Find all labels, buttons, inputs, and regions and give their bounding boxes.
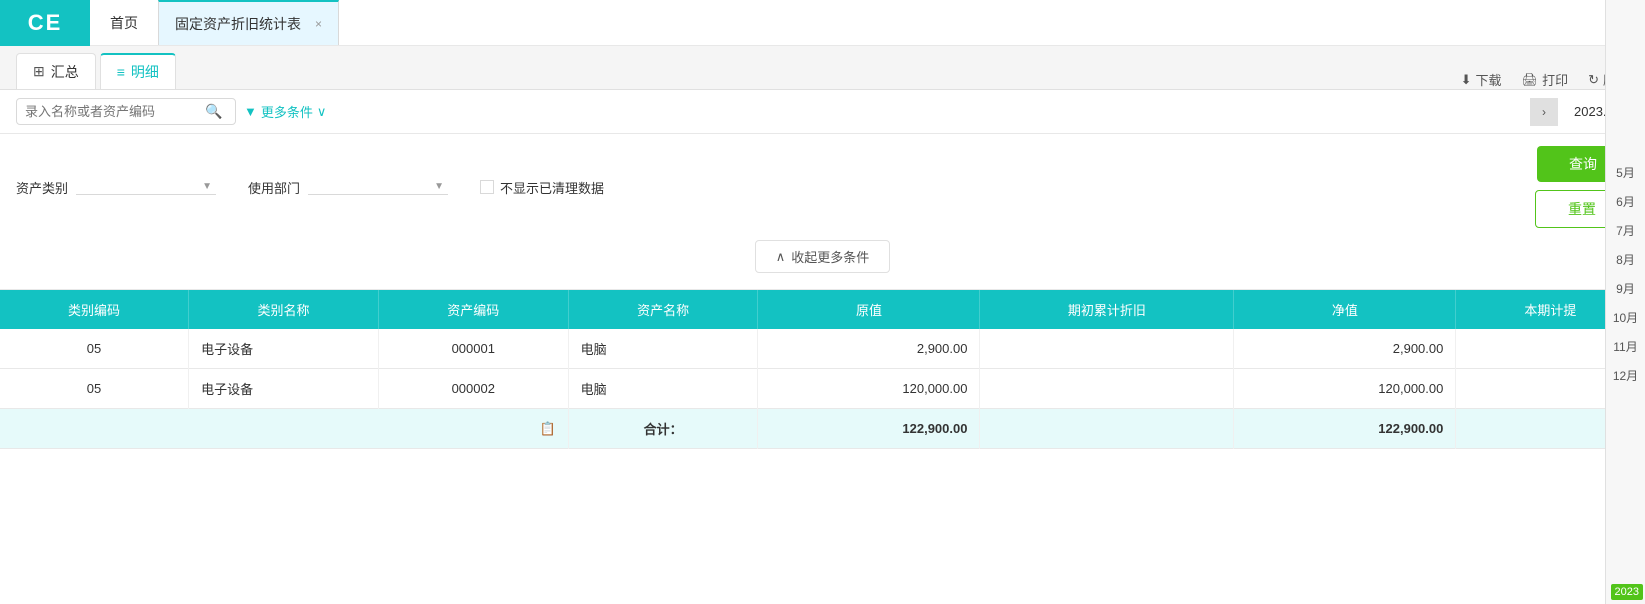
search-bar: 🔍 ▼ 更多条件 ∨ › 2023.01 xyxy=(0,90,1645,134)
filter-label: 更多条件 xyxy=(261,102,313,121)
dept-field: 使用部门 ▼ xyxy=(248,178,448,197)
asset-type-label: 资产类别 xyxy=(16,178,68,197)
month-item[interactable]: 11月 xyxy=(1606,334,1645,359)
collapse-more-label: 收起更多条件 xyxy=(791,247,869,266)
right-panel: 5月 6月 7月 8月 9月 10月 11月 12月 2023 xyxy=(1605,0,1645,604)
cell-asset-name: 电脑 xyxy=(568,329,758,369)
layers-icon: ⊞ xyxy=(33,63,45,80)
print-button[interactable]: 🖨 打印 xyxy=(1522,70,1569,89)
dept-label: 使用部门 xyxy=(248,178,300,197)
search-input-wrapper[interactable]: 🔍 xyxy=(16,98,236,125)
tab-detail-label: 明细 xyxy=(131,62,159,82)
hide-cleared-checkbox-field[interactable]: 不显示已清理数据 xyxy=(480,178,604,197)
total-original: 122,900.00 xyxy=(758,409,980,449)
dept-select[interactable]: ▼ xyxy=(308,179,448,195)
asset-type-arrow-icon: ▼ xyxy=(202,181,212,192)
nav-tab-close-icon[interactable]: × xyxy=(315,17,322,31)
list-icon: ≡ xyxy=(117,64,125,80)
col-header-original: 原值 xyxy=(758,290,980,329)
cell-net: 120,000.00 xyxy=(1234,369,1456,409)
download-icon: ⬇ xyxy=(1461,72,1472,88)
month-item[interactable]: 9月 xyxy=(1606,276,1645,301)
table-row: 05 电子设备 000002 电脑 120,000.00 120,000.00 xyxy=(0,369,1645,409)
total-label-cell: 合计： xyxy=(568,409,758,449)
year-badge: 2023 xyxy=(1611,584,1643,600)
total-icon: 📋 xyxy=(539,421,555,436)
tab-detail[interactable]: ≡ 明细 xyxy=(100,53,176,89)
col-header-net: 净值 xyxy=(1234,290,1456,329)
refresh-icon: ↻ xyxy=(1588,72,1599,88)
table-wrapper: 类别编码 类别名称 资产编码 资产名称 原值 期初累计折旧 净值 本期计提 05… xyxy=(0,290,1645,604)
logo-area: CE xyxy=(0,0,90,46)
cell-accumulated xyxy=(980,329,1234,369)
nav-tab-label: 固定资产折旧统计表 xyxy=(175,14,301,34)
cell-category: 电子设备 xyxy=(189,329,379,369)
col-header-category: 类别名称 xyxy=(189,290,379,329)
month-item[interactable]: 8月 xyxy=(1606,247,1645,272)
search-icon[interactable]: 🔍 xyxy=(205,103,222,120)
chevron-down-icon: ∨ xyxy=(317,104,327,120)
total-icon-cell: 📋 xyxy=(0,409,568,449)
cell-net: 2,900.00 xyxy=(1234,329,1456,369)
table-row: 05 电子设备 000001 电脑 2,900.00 2,900.00 xyxy=(0,329,1645,369)
data-table: 类别编码 类别名称 资产编码 资产名称 原值 期初累计折旧 净值 本期计提 05… xyxy=(0,290,1645,449)
col-header-accumulated: 期初累计折旧 xyxy=(980,290,1234,329)
collapse-more-button[interactable]: ∧ 收起更多条件 xyxy=(755,240,891,273)
nav-home[interactable]: 首页 xyxy=(90,0,158,45)
month-item[interactable]: 10月 xyxy=(1606,305,1645,330)
print-icon: 🖨 xyxy=(1522,72,1539,88)
col-header-asset-code: 资产编码 xyxy=(378,290,568,329)
collapse-sidebar-button[interactable]: › xyxy=(1530,98,1558,126)
tab-summary[interactable]: ⊞ 汇总 xyxy=(16,53,96,89)
total-row: 📋 合计： 122,900.00 122,900.00 xyxy=(0,409,1645,449)
download-label: 下载 xyxy=(1476,70,1502,89)
month-item[interactable]: 5月 xyxy=(1606,160,1645,185)
cell-code: 05 xyxy=(0,369,189,409)
filter-button[interactable]: ▼ 更多条件 ∨ xyxy=(244,102,326,121)
filter-panel: 资产类别 ▼ 使用部门 ▼ 不显示已清理数据 查询 重置 xyxy=(0,134,1645,290)
col-header-asset-name: 资产名称 xyxy=(568,290,758,329)
month-item[interactable]: 6月 xyxy=(1606,189,1645,214)
filter-row: 资产类别 ▼ 使用部门 ▼ 不显示已清理数据 查询 重置 xyxy=(16,146,1629,228)
cell-accumulated xyxy=(980,369,1234,409)
hide-cleared-label: 不显示已清理数据 xyxy=(500,178,604,197)
tab-bar: ⊞ 汇总 ≡ 明细 ⬇ 下载 🖨 打印 ↻ 刷新 xyxy=(0,46,1645,90)
tab-actions: ⬇ 下载 🖨 打印 ↻ 刷新 xyxy=(1461,70,1629,89)
cell-code: 05 xyxy=(0,329,189,369)
col-header-code: 类别编码 xyxy=(0,290,189,329)
cell-asset-code: 000001 xyxy=(378,329,568,369)
print-label: 打印 xyxy=(1542,70,1568,89)
table-header-row: 类别编码 类别名称 资产编码 资产名称 原值 期初累计折旧 净值 本期计提 xyxy=(0,290,1645,329)
dept-arrow-icon: ▼ xyxy=(434,181,444,192)
cell-asset-name: 电脑 xyxy=(568,369,758,409)
cell-category: 电子设备 xyxy=(189,369,379,409)
search-input[interactable] xyxy=(25,104,205,119)
download-button[interactable]: ⬇ 下载 xyxy=(1461,70,1502,89)
month-item[interactable]: 12月 xyxy=(1606,363,1645,388)
hide-cleared-checkbox[interactable] xyxy=(480,180,494,194)
tab-summary-label: 汇总 xyxy=(51,62,79,82)
month-item[interactable]: 7月 xyxy=(1606,218,1645,243)
cell-original: 120,000.00 xyxy=(758,369,980,409)
top-nav: CE 首页 固定资产折旧统计表 × ✕ xyxy=(0,0,1645,46)
nav-tab[interactable]: 固定资产折旧统计表 × xyxy=(158,0,339,45)
total-accumulated xyxy=(980,409,1234,449)
chevron-up-icon: ∧ xyxy=(776,249,786,265)
asset-type-select[interactable]: ▼ xyxy=(76,179,216,195)
logo-text: CE xyxy=(28,10,63,36)
cell-original: 2,900.00 xyxy=(758,329,980,369)
filter-icon: ▼ xyxy=(244,104,257,119)
asset-type-field: 资产类别 ▼ xyxy=(16,178,216,197)
main-content: ⊞ 汇总 ≡ 明细 ⬇ 下载 🖨 打印 ↻ 刷新 🔍 xyxy=(0,46,1645,604)
total-net: 122,900.00 xyxy=(1234,409,1456,449)
cell-asset-code: 000002 xyxy=(378,369,568,409)
